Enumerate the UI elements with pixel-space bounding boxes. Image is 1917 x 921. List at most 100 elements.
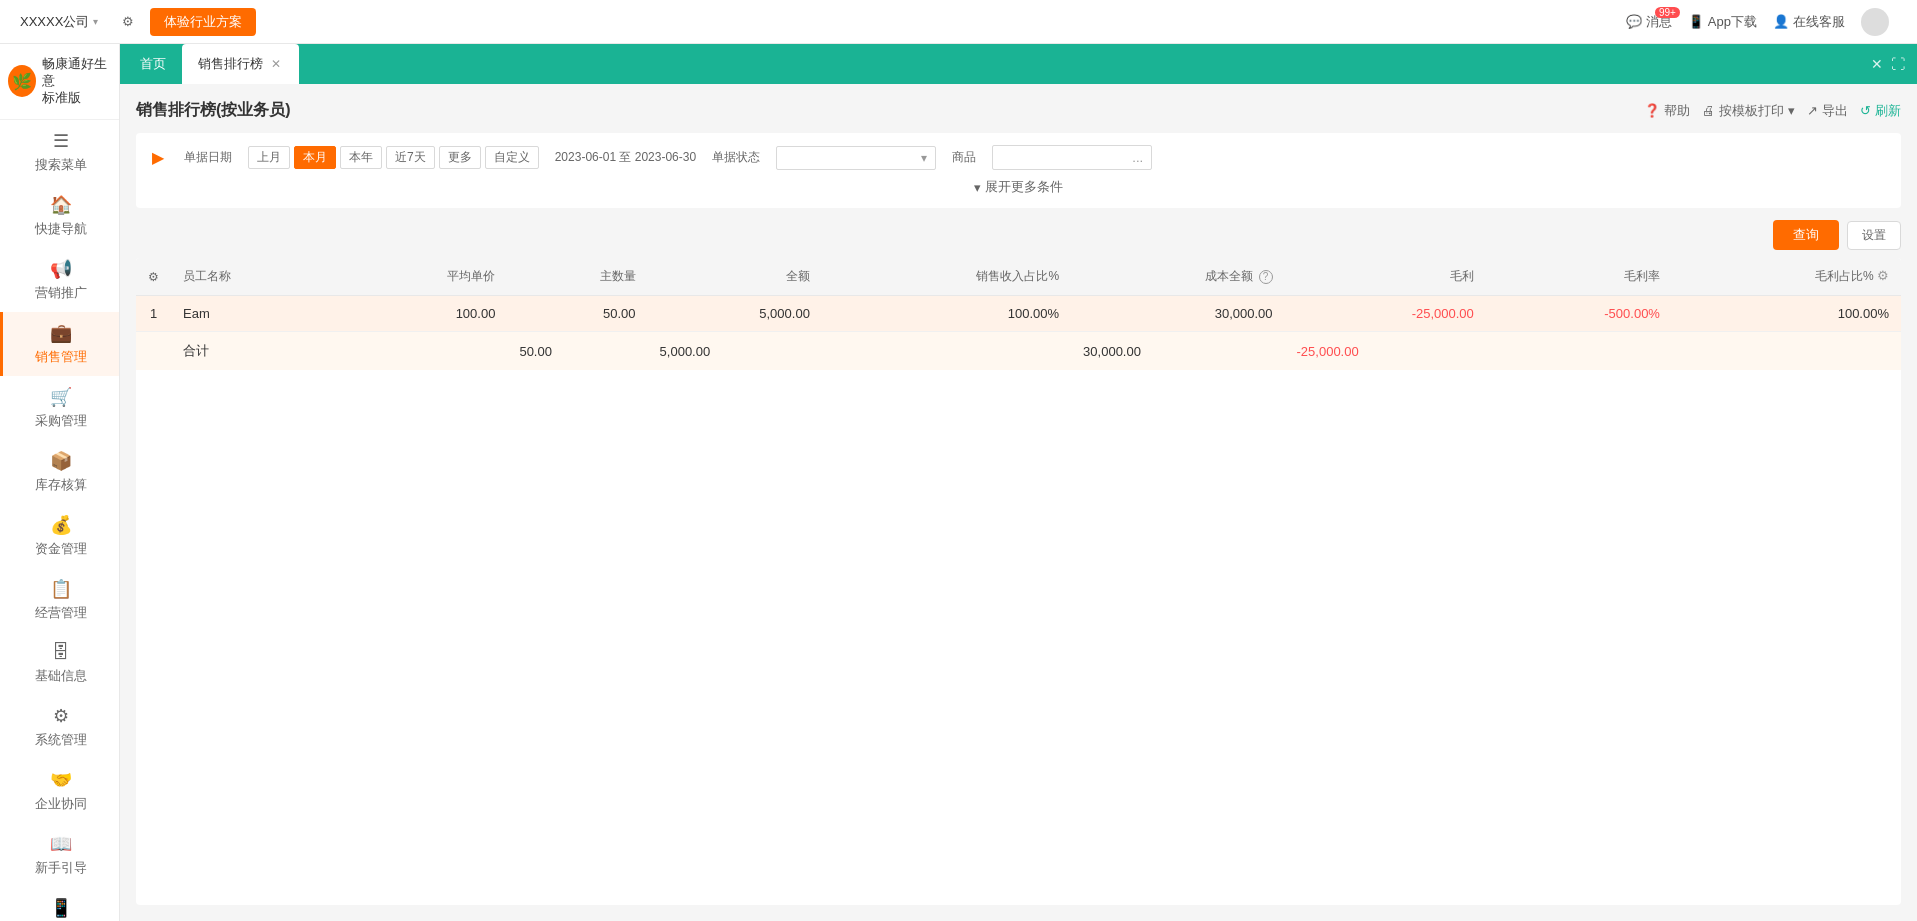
td-gross-pct: 100.00% [1672,296,1901,332]
sidebar-item-label: 库存核算 [35,476,87,494]
tab-home[interactable]: 首页 [124,44,182,84]
filter-toggle-icon[interactable]: ▶ [152,148,164,167]
chevron-down-icon: ▾ [974,180,981,195]
message-badge: 99+ [1655,7,1680,18]
th-settings[interactable]: ⚙ [136,258,171,296]
message-item[interactable]: 💬 消息 99+ [1626,13,1672,31]
sidebar-item-enterprise-collab[interactable]: 🤝 企业协同 [0,759,119,823]
trial-button[interactable]: 体验行业方案 [150,8,256,36]
content-area: 首页 销售排行榜 ✕ ✕ ⛶ 销售排行榜(按业务员) ❓ [120,44,1917,921]
sidebar-item-label: 快捷导航 [35,220,87,238]
template-print-button[interactable]: 🖨 按模板打印 ▾ [1702,102,1795,120]
filter-row: ▶ 单据日期 上月 本月 本年 近7天 更多 自定义 2023-06-01 至 … [152,145,1885,170]
td-rank: 1 [136,296,171,332]
sidebar-item-label: 经营管理 [35,604,87,622]
sales-icon: 💼 [50,322,72,344]
online-service-item[interactable]: 👤 在线客服 [1773,13,1845,31]
sidebar-item-label: 企业协同 [35,795,87,813]
data-table: ⚙ 员工名称 平均单价 主数量 全额 销售收入占比% 成本全额 ? [136,258,1901,370]
table-settings-button[interactable]: 设置 [1847,221,1901,250]
help-icon: ❓ [1644,103,1660,118]
avatar[interactable] [1861,8,1889,36]
message-icon: 💬 [1626,14,1642,29]
page-header: 销售排行榜(按业务员) ❓ 帮助 🖨 按模板打印 ▾ ↗ [136,100,1901,121]
logo-line1: 畅康通好生意 [42,56,111,90]
sidebar-item-purchase-mgmt[interactable]: 🛒 采购管理 [0,376,119,440]
more-btn[interactable]: 更多 [439,146,481,169]
sidebar-item-sales-mgmt[interactable]: 💼 销售管理 [0,312,119,376]
tab-minimize-icon[interactable]: ✕ [1871,56,1883,72]
this-month-btn[interactable]: 本月 [294,146,336,169]
tab-sales-ranking[interactable]: 销售排行榜 ✕ [182,44,299,84]
sidebar-item-label: 资金管理 [35,540,87,558]
custom-btn[interactable]: 自定义 [485,146,539,169]
guide-icon: 📖 [50,833,72,855]
logo-text: 畅康通好生意 标准版 [42,56,111,107]
prev-month-btn[interactable]: 上月 [248,146,290,169]
th-gross-pct-settings-icon[interactable]: ⚙ [1877,268,1889,283]
date-range-display: 2023-06-01 至 2023-06-30 [555,149,696,166]
page-title: 销售排行榜(按业务员) [136,100,291,121]
sidebar-item-search-order[interactable]: ☰ 搜索菜单 [0,120,119,184]
sidebar-item-operations[interactable]: 📋 经营管理 [0,568,119,632]
th-gross-margin: 毛利率 [1486,258,1672,296]
td-qty: 50.00 [507,296,647,332]
product-input[interactable]: ... [992,145,1152,170]
sidebar-item-quick-nav[interactable]: 🏠 快捷导航 [0,184,119,248]
refresh-icon: ↺ [1860,103,1871,118]
cost-amount-help-icon[interactable]: ? [1259,270,1273,284]
chevron-down-icon: ▾ [1788,103,1795,118]
footer-amount: 5,000.00 [648,332,822,371]
td-avg-price: 100.00 [339,296,507,332]
footer-gross-pct [1672,332,1901,371]
sidebar-item-beginner-guide[interactable]: 📖 新手引导 [0,823,119,887]
top-bar-right: 💬 消息 99+ 📱 App下载 👤 在线客服 [1626,8,1905,36]
th-amount: 全额 [648,258,822,296]
page-content: 销售排行榜(按业务员) ❓ 帮助 🖨 按模板打印 ▾ ↗ [120,84,1917,921]
sidebar-item-app-center[interactable]: 📱 应用中心 [0,887,119,921]
action-bar: 查询 设置 [136,220,1901,250]
system-icon: ⚙ [53,705,69,727]
export-button[interactable]: ↗ 导出 [1807,102,1848,120]
dropdown-arrow-icon: ▾ [921,151,927,165]
sidebar: 🌿 畅康通好生意 标准版 ☰ 搜索菜单 🏠 快捷导航 📢 营销推广 💼 销售管理… [0,44,120,921]
th-cost-amount: 成本全额 ? [1071,258,1284,296]
company-name: XXXXX公司 [20,13,89,31]
this-year-btn[interactable]: 本年 [340,146,382,169]
purchase-icon: 🛒 [50,386,72,408]
last-7-days-btn[interactable]: 近7天 [386,146,435,169]
doc-status-dropdown[interactable]: ▾ [776,146,936,170]
export-icon: ↗ [1807,103,1818,118]
sidebar-item-inventory[interactable]: 📦 库存核算 [0,440,119,504]
expand-more-btn[interactable]: ▾ 展开更多条件 [152,178,1885,196]
filter-section: ▶ 单据日期 上月 本月 本年 近7天 更多 自定义 2023-06-01 至 … [136,133,1901,208]
sidebar-item-system-mgmt[interactable]: ⚙ 系统管理 [0,695,119,759]
settings-icon[interactable]: ⚙ [114,8,142,36]
tab-maximize-icon[interactable]: ⛶ [1891,56,1905,72]
product-more-icon: ... [1132,150,1143,165]
finance-icon: 💰 [50,514,72,536]
th-sales-pct: 销售收入占比% [822,258,1071,296]
footer-avg-price [339,332,507,371]
logo-line2: 标准版 [42,90,111,107]
app-download-label: App下载 [1708,13,1757,31]
refresh-button[interactable]: ↺ 刷新 [1860,102,1901,120]
footer-gross-margin [1486,332,1672,371]
th-employee-name: 员工名称 [171,258,339,296]
sidebar-item-basic-info[interactable]: 🗄 基础信息 [0,632,119,695]
query-button[interactable]: 查询 [1773,220,1839,250]
collab-icon: 🤝 [50,769,72,791]
home-icon: 🏠 [50,194,72,216]
company-selector[interactable]: XXXXX公司 ▾ [12,9,106,35]
sidebar-item-finance-mgmt[interactable]: 💰 资金管理 [0,504,119,568]
app-download-item[interactable]: 📱 App下载 [1688,13,1757,31]
th-avg-price: 平均单价 [339,258,507,296]
help-button[interactable]: ❓ 帮助 [1644,102,1690,120]
footer-settings-col [136,332,171,371]
sidebar-item-marketing[interactable]: 📢 营销推广 [0,248,119,312]
app-download-icon: 📱 [1688,14,1704,29]
th-gross-pct: 毛利占比% ⚙ [1672,258,1901,296]
tab-close-icon[interactable]: ✕ [269,57,283,71]
table-header-row: ⚙ 员工名称 平均单价 主数量 全额 销售收入占比% 成本全额 ? [136,258,1901,296]
online-service-label: 在线客服 [1793,13,1845,31]
